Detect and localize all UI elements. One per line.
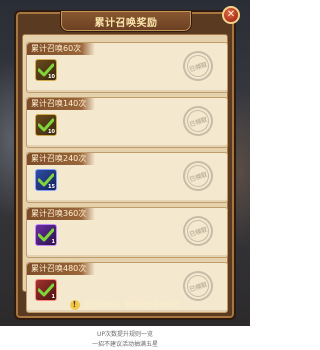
milestone-label: 累计召唤240次 bbox=[31, 154, 87, 163]
claimed-status: 已领取 bbox=[188, 280, 208, 294]
warning-icon: ! bbox=[69, 300, 80, 310]
close-button[interactable]: ✕ bbox=[222, 6, 240, 24]
claimed-stamp-ring: 已领取 bbox=[184, 107, 212, 135]
milestone-header: 累计召唤360次 bbox=[27, 208, 95, 220]
milestone-header: 累计召唤480次 bbox=[27, 263, 95, 275]
refresh-notice: ! 活动刷新时，累积进度将被清空 bbox=[16, 296, 234, 314]
claimed-status: 已领取 bbox=[188, 170, 208, 184]
caption-line-1: UP次数提升规则一览 bbox=[96, 331, 153, 338]
milestone-header: 累计召唤60次 bbox=[27, 43, 95, 55]
claimed-stamp: 已领取 bbox=[179, 47, 217, 85]
milestone-label: 累计召唤140次 bbox=[31, 99, 87, 108]
claimed-status: 已领取 bbox=[188, 225, 208, 239]
milestone-label: 累计召唤480次 bbox=[31, 264, 87, 273]
panel-title: 累计召唤奖励 bbox=[94, 18, 158, 29]
claimed-stamp-ring: 已领取 bbox=[184, 52, 212, 80]
claimed-status: 已领取 bbox=[188, 115, 208, 129]
claimed-stamp: 已领取 bbox=[179, 212, 217, 250]
panel-title-bar: 累计召唤奖励 bbox=[60, 10, 192, 32]
reward-item[interactable]: 10 bbox=[35, 114, 57, 136]
reward-item[interactable]: 10 bbox=[35, 59, 57, 81]
claimed-stamp-ring: 已领取 bbox=[184, 217, 212, 245]
reward-quantity: 10 bbox=[48, 129, 55, 135]
reward-item[interactable]: 1 bbox=[35, 224, 57, 246]
claimed-stamp: 已领取 bbox=[179, 157, 217, 195]
milestone-label: 累计召唤60次 bbox=[31, 44, 82, 53]
close-icon: ✕ bbox=[226, 9, 236, 20]
milestone-card: 累计召唤140次 10 已领取 bbox=[26, 97, 228, 148]
cumulative-summon-reward-panel: 累计召唤奖励 ✕ 累计召唤60次 10 已领取 累计召唤140次 10 已领取 累计召唤24… bbox=[14, 6, 240, 320]
milestone-header: 累计召唤240次 bbox=[27, 153, 95, 165]
milestone-card: 累计召唤360次 1 已领取 bbox=[26, 207, 228, 258]
claimed-stamp-ring: 已领取 bbox=[184, 162, 212, 190]
reward-quantity: 15 bbox=[48, 184, 55, 190]
milestone-list: 累计召唤60次 10 已领取 累计召唤140次 10 已领取 累计召唤240次 15 已领取 累计… bbox=[26, 42, 228, 317]
game-background: 累计召唤奖励 ✕ 累计召唤60次 10 已领取 累计召唤140次 10 已领取 累计召唤24… bbox=[0, 0, 250, 326]
claimed-status: 已领取 bbox=[188, 60, 208, 74]
milestone-card: 累计召唤60次 10 已领取 bbox=[26, 42, 228, 93]
milestone-header: 累计召唤140次 bbox=[27, 98, 95, 110]
milestone-card: 累计召唤240次 15 已领取 bbox=[26, 152, 228, 203]
claimed-stamp: 已领取 bbox=[179, 102, 217, 140]
reward-item[interactable]: 15 bbox=[35, 169, 57, 191]
caption-line-2: 一招不建议活动抽满五星 bbox=[91, 341, 158, 348]
refresh-notice-text: 活动刷新时，累积进度将被清空 bbox=[82, 301, 181, 309]
milestone-label: 累计召唤360次 bbox=[31, 209, 87, 218]
reward-quantity: 1 bbox=[51, 239, 55, 245]
reward-quantity: 10 bbox=[48, 74, 55, 80]
